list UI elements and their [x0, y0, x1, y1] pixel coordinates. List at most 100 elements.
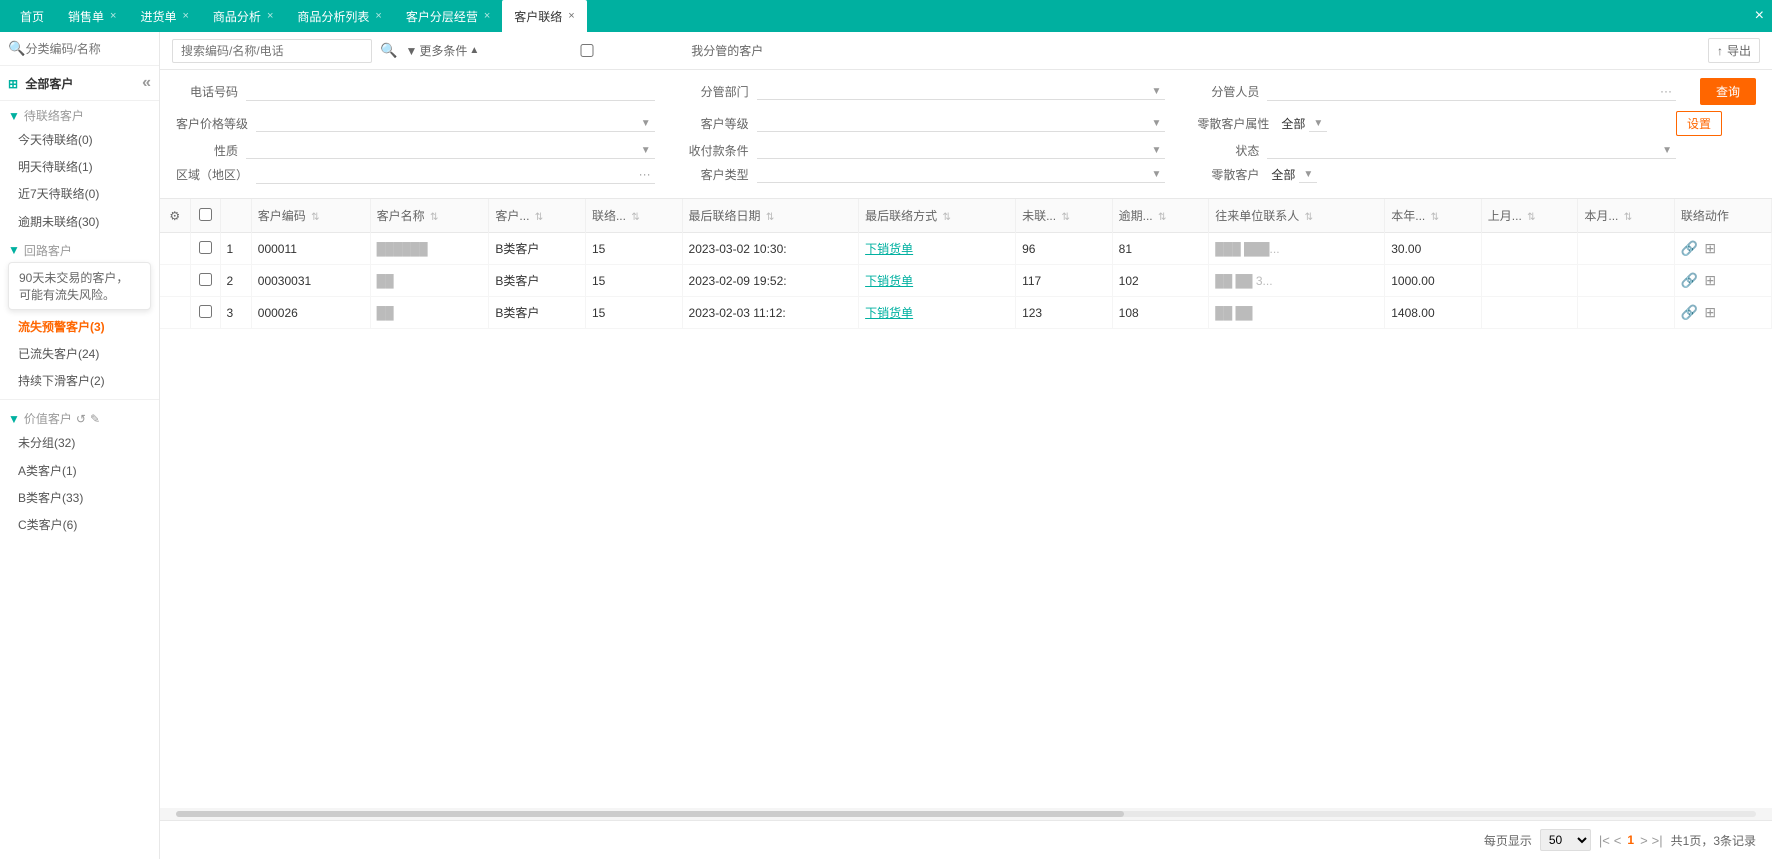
- contact-type-link[interactable]: 下销货单: [865, 306, 913, 320]
- settings-button[interactable]: 设置: [1676, 111, 1722, 136]
- col-name[interactable]: 客户名称 ⇅: [370, 199, 489, 233]
- row-checkbox-cell: [190, 233, 220, 265]
- first-page-button[interactable]: |<: [1599, 833, 1610, 848]
- area-select[interactable]: ···: [256, 165, 655, 184]
- person-more-icon[interactable]: ···: [1660, 84, 1672, 98]
- sidebar-item-class-c[interactable]: C类客户(6): [0, 512, 159, 539]
- filter-panel: 电话号码 分管部门 ▼ 分管人员 ···: [160, 70, 1772, 199]
- row-last-month: [1481, 297, 1578, 329]
- contact-sort-icon: ⇅: [631, 212, 639, 223]
- tab-product-analysis-list[interactable]: 商品分析列表 ×: [285, 0, 393, 32]
- section-pending-contact[interactable]: ▼ 待联络客户: [0, 101, 159, 127]
- sidebar-item-declining[interactable]: 持续下滑客户(2): [0, 368, 159, 395]
- tab-sales[interactable]: 销售单 ×: [56, 0, 128, 32]
- col-this-month[interactable]: 本月... ⇅: [1578, 199, 1675, 233]
- section-churn-customers[interactable]: ▼ 回路客户: [0, 236, 159, 262]
- next-page-button[interactable]: >: [1640, 833, 1648, 848]
- col-unit-contact[interactable]: 往来单位联系人 ⇅: [1209, 199, 1385, 233]
- close-customer-tier-tab[interactable]: ×: [484, 10, 490, 22]
- prev-page-button[interactable]: <: [1614, 833, 1622, 848]
- sidebar-item-tomorrow[interactable]: 明天待联络(1): [0, 154, 159, 181]
- col-last-contact-date[interactable]: 最后联络日期 ⇅: [682, 199, 859, 233]
- sidebar-item-class-b[interactable]: B类客户(33): [0, 485, 159, 512]
- retail-customer-select[interactable]: ▼: [1299, 167, 1317, 183]
- row-actions: 🔗 ⊞: [1674, 265, 1771, 297]
- tab-product-analysis[interactable]: 商品分析 ×: [201, 0, 285, 32]
- close-sales-tab[interactable]: ×: [110, 10, 116, 22]
- horizontal-scrollbar[interactable]: [160, 808, 1772, 820]
- contact-type-link[interactable]: 下销货单: [865, 274, 913, 288]
- level-select[interactable]: ▼: [757, 116, 1166, 132]
- tab-purchase[interactable]: 进货单 ×: [128, 0, 200, 32]
- search-button[interactable]: 🔍: [380, 42, 397, 59]
- row-this-month: [1578, 233, 1675, 265]
- row-checkbox[interactable]: [199, 241, 212, 254]
- sidebar-item-churn-warning[interactable]: 流失预警客户(3): [0, 314, 159, 341]
- sidebar-collapse-icon[interactable]: «: [142, 74, 151, 92]
- last-page-button[interactable]: >|: [1652, 833, 1663, 848]
- global-close-button[interactable]: ×: [1755, 7, 1764, 25]
- col-last-month[interactable]: 上月... ⇅: [1481, 199, 1578, 233]
- area-more-icon[interactable]: ···: [639, 167, 651, 181]
- query-button[interactable]: 查询: [1700, 78, 1756, 105]
- refresh-icon[interactable]: ↺: [76, 412, 86, 426]
- sidebar-all-customers[interactable]: ⊞ 全部客户 «: [0, 66, 159, 101]
- col-type[interactable]: 客户... ⇅: [489, 199, 586, 233]
- sidebar-search-input[interactable]: [25, 42, 160, 56]
- tab-customer-tier[interactable]: 客户分层经营 ×: [394, 0, 502, 32]
- edit-icon[interactable]: ✎: [90, 412, 100, 426]
- col-code[interactable]: 客户编码 ⇅: [251, 199, 370, 233]
- price-level-select[interactable]: ▼: [256, 116, 655, 132]
- select-all-checkbox[interactable]: [199, 208, 212, 221]
- tab-customer-contact[interactable]: 客户联络 ×: [502, 0, 586, 32]
- sidebar-item-churned[interactable]: 已流失客户(24): [0, 341, 159, 368]
- action-contact-icon[interactable]: 🔗: [1681, 272, 1698, 289]
- action-contact-icon[interactable]: 🔗: [1681, 304, 1698, 321]
- nature-select[interactable]: ▼: [246, 143, 655, 159]
- col-settings[interactable]: ⚙: [160, 199, 190, 233]
- row-last-contact-date: 2023-03-02 10:30:: [682, 233, 859, 265]
- sidebar-item-class-a[interactable]: A类客户(1): [0, 458, 159, 485]
- close-product-analysis-list-tab[interactable]: ×: [375, 10, 381, 22]
- col-this-year[interactable]: 本年... ⇅: [1385, 199, 1482, 233]
- section-value-customers[interactable]: ▼ 价值客户 ↺ ✎: [0, 404, 159, 430]
- status-select[interactable]: ▼: [1267, 143, 1676, 159]
- row-checkbox[interactable]: [199, 305, 212, 318]
- col-contact[interactable]: 联络... ⇅: [585, 199, 682, 233]
- action-more-icon[interactable]: ⊞: [1704, 240, 1716, 257]
- sidebar-item-ungrouped[interactable]: 未分组(32): [0, 430, 159, 457]
- contact-type-link[interactable]: 下销货单: [865, 242, 913, 256]
- phone-input[interactable]: [246, 82, 655, 101]
- action-contact-icon[interactable]: 🔗: [1681, 240, 1698, 257]
- close-product-analysis-tab[interactable]: ×: [267, 10, 273, 22]
- unit-contact-sort-icon: ⇅: [1305, 212, 1313, 223]
- payment-select[interactable]: ▼: [757, 143, 1166, 159]
- close-purchase-tab[interactable]: ×: [182, 10, 188, 22]
- close-customer-contact-tab[interactable]: ×: [568, 10, 574, 22]
- more-conditions-button[interactable]: ▼ 更多条件 ▲: [405, 42, 479, 59]
- search-input[interactable]: [172, 39, 372, 63]
- row-checkbox[interactable]: [199, 273, 212, 286]
- col-uncontacted[interactable]: 未联... ⇅: [1016, 199, 1113, 233]
- my-customers-checkbox-area[interactable]: 我分管的客户: [487, 42, 763, 59]
- sidebar-item-7days[interactable]: 近7天待联络(0): [0, 181, 159, 208]
- person-select[interactable]: ···: [1267, 82, 1676, 101]
- col-overdue[interactable]: 逾期... ⇅: [1112, 199, 1209, 233]
- page-size-select[interactable]: 50 100: [1540, 829, 1591, 851]
- sidebar-item-overdue[interactable]: 逾期未联络(30): [0, 209, 159, 236]
- scroll-thumb[interactable]: [176, 811, 1124, 817]
- col-last-contact-type[interactable]: 最后联络方式 ⇅: [859, 199, 1016, 233]
- dept-select[interactable]: ▼: [757, 84, 1166, 100]
- retail-attr-select[interactable]: ▼: [1309, 116, 1327, 132]
- section-churn-arrow-icon: ▼: [8, 243, 20, 257]
- row-this-year: 1000.00: [1385, 265, 1482, 297]
- content-area: 🔍 ▼ 更多条件 ▲ 我分管的客户 ↑ 导出 电话号码: [160, 32, 1772, 859]
- export-button[interactable]: ↑ 导出: [1708, 38, 1760, 63]
- customer-type-select[interactable]: ▼: [757, 167, 1166, 183]
- export-icon: ↑: [1717, 44, 1723, 58]
- action-more-icon[interactable]: ⊞: [1704, 272, 1716, 289]
- tab-home[interactable]: 首页: [8, 0, 56, 32]
- action-more-icon[interactable]: ⊞: [1704, 304, 1716, 321]
- my-customers-checkbox[interactable]: [487, 44, 687, 57]
- sidebar-item-today[interactable]: 今天待联络(0): [0, 127, 159, 154]
